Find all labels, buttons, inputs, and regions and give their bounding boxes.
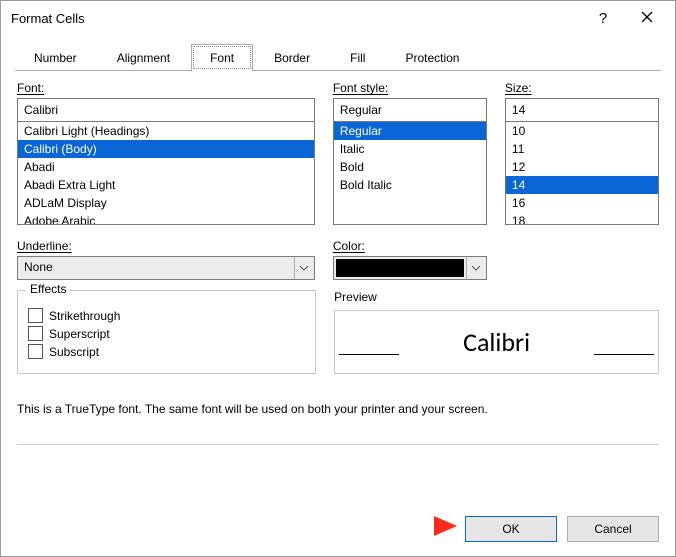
list-item[interactable]: Abadi — [18, 158, 314, 176]
chevron-down-icon — [466, 257, 486, 279]
color-combo[interactable] — [333, 256, 487, 280]
size-listbox[interactable]: 10 11 12 14 16 18 — [505, 121, 659, 225]
checkbox-label: Subscript — [49, 345, 99, 359]
list-item[interactable]: Italic — [334, 140, 486, 158]
font-style-label: Font style: — [333, 81, 388, 95]
color-swatch — [336, 259, 464, 277]
superscript-checkbox[interactable]: Superscript — [28, 326, 305, 341]
list-item[interactable]: 10 — [506, 122, 658, 140]
underline-combo[interactable]: None — [17, 256, 315, 280]
checkbox-icon — [28, 344, 43, 359]
chevron-down-icon — [294, 257, 314, 279]
strikethrough-checkbox[interactable]: Strikethrough — [28, 308, 305, 323]
close-button[interactable] — [625, 3, 669, 33]
preview-sample: Calibri — [463, 326, 530, 358]
font-description: This is a TrueType font. The same font w… — [17, 402, 659, 416]
tab-alignment[interactable]: Alignment — [98, 44, 189, 71]
preview-legend: Preview — [334, 290, 377, 304]
list-item[interactable]: Bold — [334, 158, 486, 176]
tab-number[interactable]: Number — [15, 44, 96, 71]
close-icon — [641, 10, 653, 26]
list-item[interactable]: Calibri (Body) — [18, 140, 314, 158]
effects-group: Effects Strikethrough Superscript Subscr… — [17, 290, 316, 374]
dialog-buttons: OK Cancel — [1, 502, 675, 556]
underline-label: Underline: — [17, 239, 72, 253]
tab-border[interactable]: Border — [255, 44, 329, 71]
window-title: Format Cells — [11, 11, 85, 26]
list-item[interactable]: Adobe Arabic — [18, 212, 314, 225]
list-item[interactable]: Calibri Light (Headings) — [18, 122, 314, 140]
tab-strip: Number Alignment Font Border Fill Protec… — [1, 35, 675, 70]
ok-button[interactable]: OK — [465, 516, 557, 542]
effects-legend: Effects — [26, 282, 70, 296]
list-item[interactable]: 11 — [506, 140, 658, 158]
checkbox-label: Superscript — [49, 327, 110, 341]
format-cells-dialog: Format Cells ? Number Alignment Font Bor… — [0, 0, 676, 557]
titlebar: Format Cells ? — [1, 1, 675, 35]
underline-value: None — [18, 257, 294, 279]
tab-fill[interactable]: Fill — [331, 44, 384, 71]
font-listbox[interactable]: Calibri Light (Headings) Calibri (Body) … — [17, 121, 315, 225]
list-item[interactable]: ADLaM Display — [18, 194, 314, 212]
checkbox-label: Strikethrough — [49, 309, 120, 323]
checkbox-icon — [28, 326, 43, 341]
tab-content-font: Font: Calibri Light (Headings) Calibri (… — [1, 71, 675, 502]
subscript-checkbox[interactable]: Subscript — [28, 344, 305, 359]
list-item[interactable]: Abadi Extra Light — [18, 176, 314, 194]
font-style-listbox[interactable]: Regular Italic Bold Bold Italic — [333, 121, 487, 225]
tab-font[interactable]: Font — [191, 44, 253, 71]
font-style-input[interactable] — [333, 98, 487, 122]
list-item[interactable]: 14 — [506, 176, 658, 194]
list-item[interactable]: 16 — [506, 194, 658, 212]
list-item[interactable]: Bold Italic — [334, 176, 486, 194]
list-item[interactable]: 18 — [506, 212, 658, 225]
cancel-button[interactable]: Cancel — [567, 516, 659, 542]
font-label: Font: — [17, 81, 44, 95]
font-input[interactable] — [17, 98, 315, 122]
size-input[interactable] — [505, 98, 659, 122]
tab-protection[interactable]: Protection — [386, 44, 478, 71]
preview-box: Calibri — [334, 310, 659, 374]
size-label: Size: — [505, 81, 532, 95]
list-item[interactable]: Regular — [334, 122, 486, 140]
help-button[interactable]: ? — [581, 3, 625, 33]
list-item[interactable]: 12 — [506, 158, 658, 176]
checkbox-icon — [28, 308, 43, 323]
color-label: Color: — [333, 239, 365, 253]
